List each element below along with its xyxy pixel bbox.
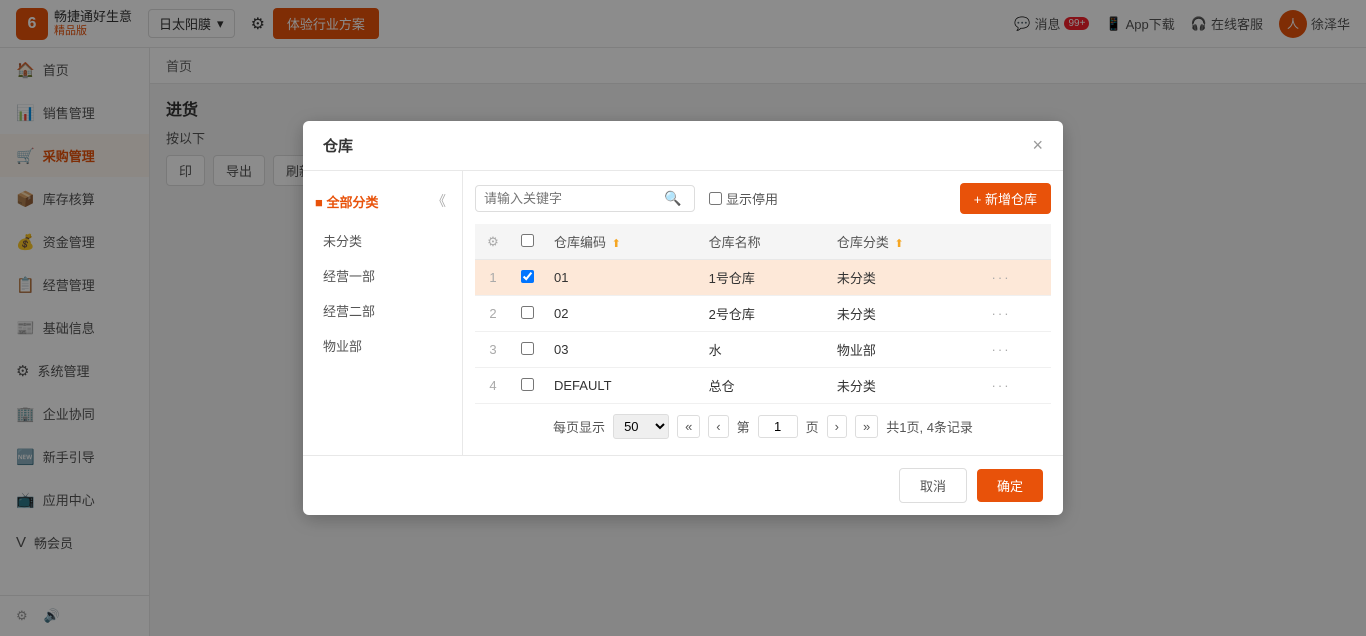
table-row[interactable]: 4 DEFAULT 总仓 未分类 ···: [475, 368, 1051, 404]
code-sort-icon[interactable]: ⬆: [612, 238, 621, 250]
row-actions: ···: [982, 368, 1051, 404]
modal-overlay: 仓库 × ■ 全部分类 《 未分类 经营一部 经营二部 物业部: [0, 0, 1366, 636]
row-checkbox[interactable]: [521, 306, 534, 319]
row-checkbox-cell: [511, 368, 544, 404]
row-name: 2号仓库: [699, 296, 827, 332]
add-warehouse-button[interactable]: + 新增仓库: [960, 183, 1051, 214]
warehouse-modal: 仓库 × ■ 全部分类 《 未分类 经营一部 经营二部 物业部: [303, 121, 1063, 515]
next-page-button[interactable]: ›: [827, 415, 847, 438]
col-settings: ⚙: [475, 224, 511, 260]
row-checkbox[interactable]: [521, 270, 534, 283]
row-checkbox-cell: [511, 260, 544, 296]
row-action-dots[interactable]: ···: [992, 270, 1011, 285]
row-checkbox[interactable]: [521, 342, 534, 355]
row-actions: ···: [982, 332, 1051, 368]
row-checkbox-cell: [511, 332, 544, 368]
row-action-dots[interactable]: ···: [992, 306, 1011, 321]
row-name: 水: [699, 332, 827, 368]
table-area: 🔍 显示停用 + 新增仓库 ⚙: [463, 171, 1063, 455]
row-checkbox-cell: [511, 296, 544, 332]
row-code: 02: [544, 296, 699, 332]
row-category: 未分类: [827, 368, 982, 404]
row-category: 未分类: [827, 260, 982, 296]
table-header: ⚙ 仓库编码 ⬆ 仓库名称 仓库分类: [475, 224, 1051, 260]
first-page-button[interactable]: «: [677, 415, 700, 438]
search-input[interactable]: [484, 191, 664, 206]
search-icon[interactable]: 🔍: [664, 190, 681, 207]
category-item-property[interactable]: 物业部: [303, 328, 462, 363]
row-num: 4: [475, 368, 511, 404]
row-num: 1: [475, 260, 511, 296]
category-sort-icon[interactable]: ⬆: [895, 238, 904, 250]
gear-icon[interactable]: ⚙: [487, 234, 499, 249]
row-action-dots[interactable]: ···: [992, 378, 1011, 393]
show-disabled-toggle: 显示停用: [709, 189, 778, 208]
row-category: 未分类: [827, 296, 982, 332]
show-disabled-checkbox[interactable]: [709, 192, 722, 205]
category-item-uncategorized[interactable]: 未分类: [303, 223, 462, 258]
row-num: 3: [475, 332, 511, 368]
row-code: 03: [544, 332, 699, 368]
modal-footer: 取消 确定: [303, 455, 1063, 515]
pagination: 每页显示 50 100 200 « ‹ 第 页 › » 共1页, 4条记录: [475, 404, 1051, 443]
confirm-button[interactable]: 确定: [977, 469, 1043, 502]
row-checkbox[interactable]: [521, 378, 534, 391]
modal-header: 仓库 ×: [303, 121, 1063, 171]
page-number-input[interactable]: [758, 415, 798, 438]
col-checkbox: [511, 224, 544, 260]
page-size-select[interactable]: 50 100 200: [613, 414, 669, 439]
col-code-header: 仓库编码 ⬆: [544, 224, 699, 260]
modal-title: 仓库: [323, 135, 353, 156]
table-row[interactable]: 1 01 1号仓库 未分类 ···: [475, 260, 1051, 296]
table-body: 1 01 1号仓库 未分类 ··· 2: [475, 260, 1051, 404]
row-actions: ···: [982, 260, 1051, 296]
table-row[interactable]: 3 03 水 物业部 ···: [475, 332, 1051, 368]
table-toolbar: 🔍 显示停用 + 新增仓库: [475, 183, 1051, 214]
prev-page-button[interactable]: ‹: [708, 415, 728, 438]
row-name: 1号仓库: [699, 260, 827, 296]
row-actions: ···: [982, 296, 1051, 332]
row-num: 2: [475, 296, 511, 332]
category-collapse-button[interactable]: 《: [428, 187, 450, 215]
search-box: 🔍: [475, 185, 695, 212]
warehouse-table: ⚙ 仓库编码 ⬆ 仓库名称 仓库分类: [475, 224, 1051, 404]
col-actions-header: [982, 224, 1051, 260]
category-item-ops1[interactable]: 经营一部: [303, 258, 462, 293]
row-category: 物业部: [827, 332, 982, 368]
category-sidebar: ■ 全部分类 《 未分类 经营一部 经营二部 物业部: [303, 171, 463, 455]
modal-close-button[interactable]: ×: [1032, 135, 1043, 156]
last-page-button[interactable]: »: [855, 415, 878, 438]
select-all-checkbox[interactable]: [521, 234, 534, 247]
row-code: 01: [544, 260, 699, 296]
table-row[interactable]: 2 02 2号仓库 未分类 ···: [475, 296, 1051, 332]
row-name: 总仓: [699, 368, 827, 404]
category-all[interactable]: ■ 全部分类 《: [303, 179, 462, 223]
col-category-header: 仓库分类 ⬆: [827, 224, 982, 260]
category-all-label: ■ 全部分类: [315, 192, 378, 211]
col-name-header: 仓库名称: [699, 224, 827, 260]
category-item-ops2[interactable]: 经营二部: [303, 293, 462, 328]
cancel-button[interactable]: 取消: [899, 468, 967, 503]
row-action-dots[interactable]: ···: [992, 342, 1011, 357]
modal-body: ■ 全部分类 《 未分类 经营一部 经营二部 物业部 🔍: [303, 171, 1063, 455]
row-code: DEFAULT: [544, 368, 699, 404]
